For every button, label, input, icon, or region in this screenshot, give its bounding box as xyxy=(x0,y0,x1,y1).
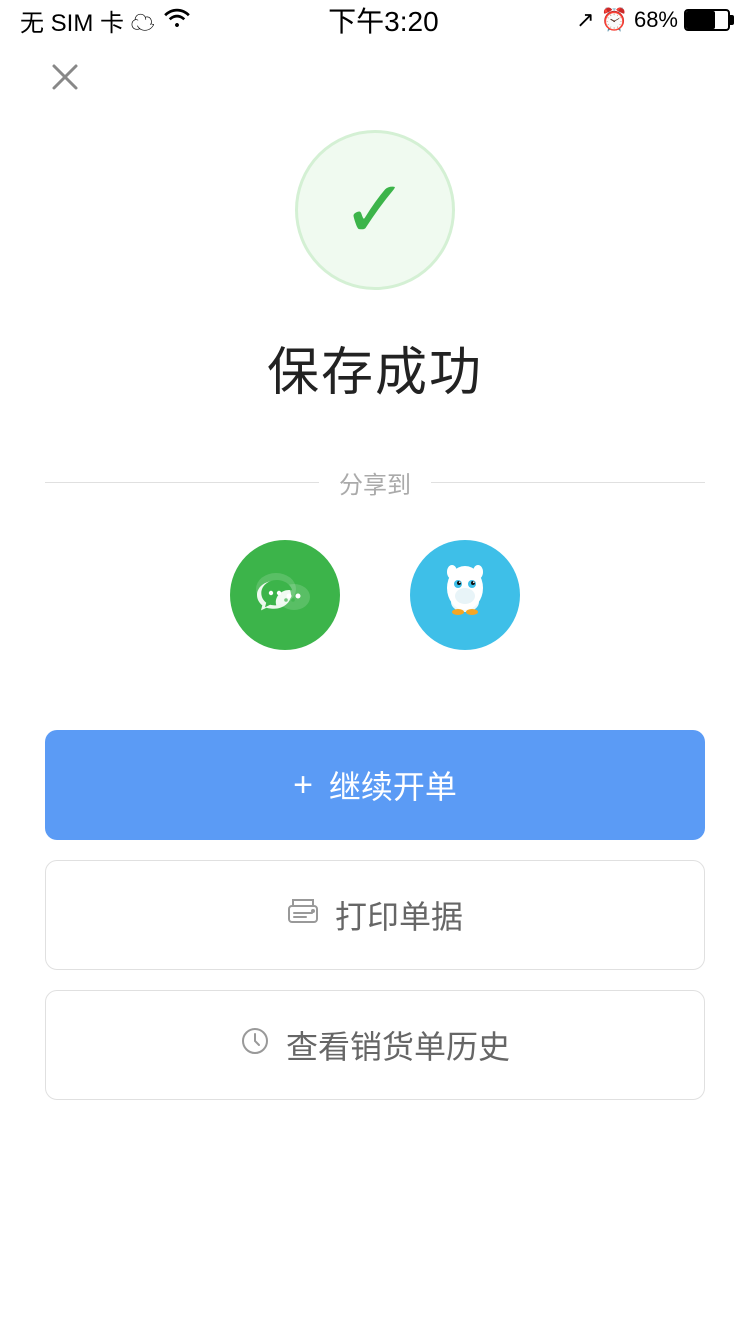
history-label: 查看销货单历史 xyxy=(286,1022,510,1068)
divider-line-left xyxy=(45,482,319,483)
qq-share-button[interactable] xyxy=(410,540,520,650)
status-time: 下午3:20 xyxy=(328,0,439,40)
status-left: 无 SIM 卡 ☁ xyxy=(20,3,191,38)
continue-order-label: 继续开单 xyxy=(329,762,457,808)
alarm-icon: ⏰ xyxy=(601,7,628,33)
continue-order-icon: + xyxy=(293,766,313,805)
continue-order-button[interactable]: + 继续开单 xyxy=(45,730,705,840)
success-title: 保存成功 xyxy=(267,330,483,405)
success-circle: ✓ xyxy=(295,130,455,290)
share-icons xyxy=(230,540,520,650)
history-button[interactable]: 查看销货单历史 xyxy=(45,990,705,1100)
divider-line-right xyxy=(431,482,705,483)
location-icon: ↗ xyxy=(576,7,594,33)
action-buttons: + 继续开单 打印单据 xyxy=(45,730,705,1100)
battery-icon xyxy=(684,9,730,31)
share-divider: 分享到 xyxy=(45,465,705,500)
status-bar: 无 SIM 卡 ☁ 下午3:20 ↗ ⏰ 68% xyxy=(0,0,750,40)
share-label: 分享到 xyxy=(339,465,411,500)
check-icon: ✓ xyxy=(341,170,408,250)
status-right: ↗ ⏰ 68% xyxy=(576,7,730,33)
print-button[interactable]: 打印单据 xyxy=(45,860,705,970)
wechat-share-button[interactable] xyxy=(230,540,340,650)
print-icon xyxy=(287,896,319,934)
history-icon xyxy=(240,1026,270,1064)
main-content: ✓ 保存成功 分享到 xyxy=(0,40,750,1100)
wifi-icon xyxy=(163,6,191,35)
no-sim-text: 无 SIM 卡 ☁ xyxy=(20,3,155,38)
battery-percent: 68% xyxy=(634,7,678,33)
close-button[interactable] xyxy=(40,52,90,102)
print-label: 打印单据 xyxy=(335,892,463,938)
